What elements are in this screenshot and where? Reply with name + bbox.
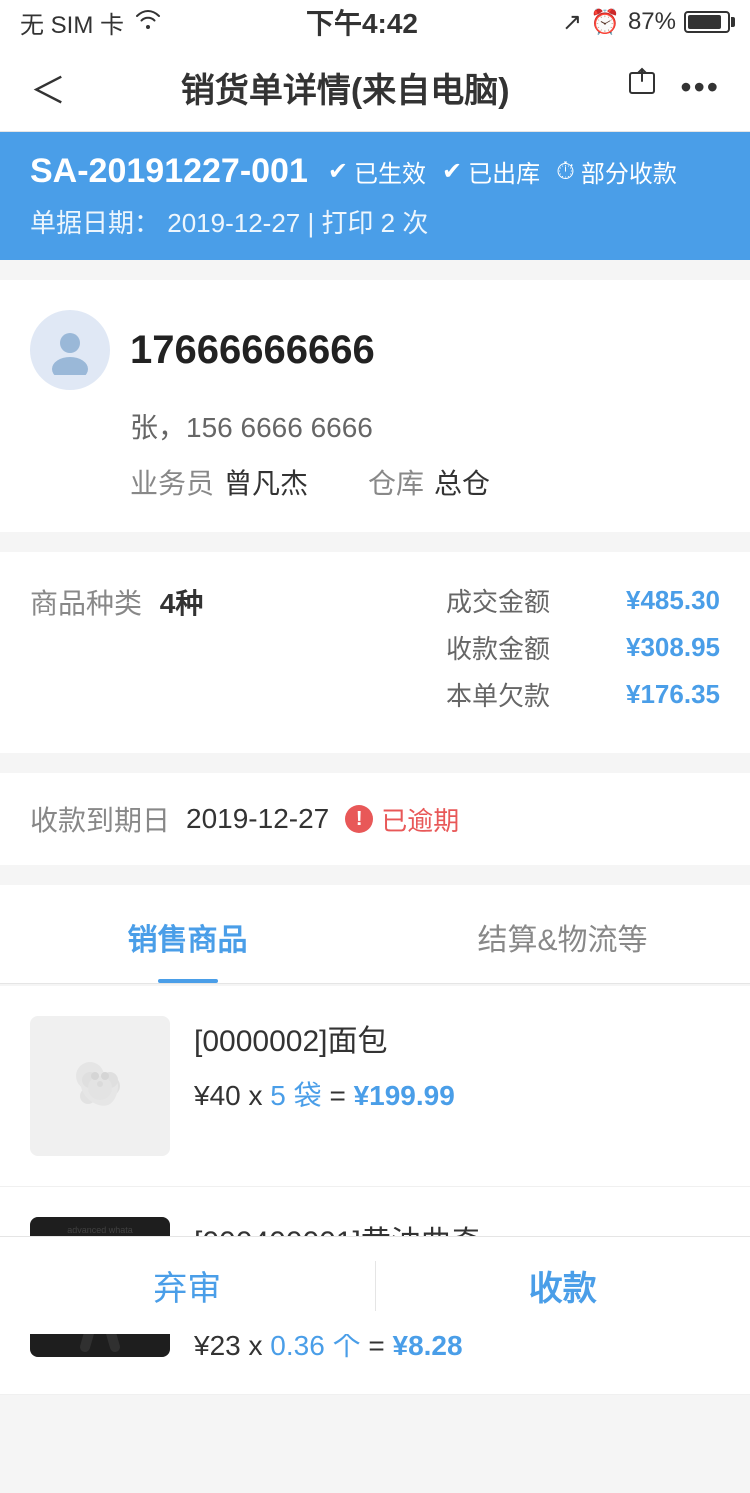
confirm-button[interactable]: 收款 — [376, 1237, 750, 1334]
received-row: 收款金额 ¥308.95 — [446, 629, 720, 666]
received-label: 收款金额 — [446, 629, 550, 666]
product-item: [0000002]面包 ¥40 x 5 袋 = ¥199.99 — [0, 986, 750, 1187]
status-bar: 无 SIM 卡 下午4:42 ↗ ⏰ 87% — [0, 0, 750, 44]
carrier-text: 无 SIM 卡 — [20, 5, 124, 40]
stats-categories: 商品种类 4种 — [30, 582, 203, 622]
bottom-bar: 弃审 收款 — [0, 1236, 750, 1334]
banner-sub-date: 单据日期： 2019-12-27 | 打印 2 次 — [30, 203, 720, 240]
stats-amounts: 成交金额 ¥485.30 收款金额 ¥308.95 本单欠款 ¥176.35 — [446, 582, 720, 723]
stats-section: 商品种类 4种 成交金额 ¥485.30 收款金额 ¥308.95 本单欠款 ¥… — [0, 552, 750, 753]
order-id: SA-20191227-001 — [30, 152, 308, 191]
price-eq-1: = — [329, 1080, 353, 1111]
price-total-2: ¥8.28 — [393, 1330, 463, 1361]
salesman-label: 业务员 — [130, 462, 214, 502]
location-icon: ↗ — [562, 8, 582, 37]
status-tag-effected: ✔ 已生效 — [328, 154, 426, 189]
wifi-icon — [134, 8, 162, 37]
price-eq-2: = — [368, 1330, 392, 1361]
tab-sales-products[interactable]: 销售商品 — [0, 885, 375, 983]
share-icon[interactable] — [624, 65, 660, 110]
categories-label: 商品种类 — [30, 588, 142, 619]
more-icon[interactable]: ••• — [680, 69, 720, 106]
warehouse-label: 仓库 — [368, 462, 424, 502]
price-unit-1: 袋 — [294, 1080, 322, 1111]
status-tag-shipped: ✔ 已出库 — [442, 154, 540, 189]
clock-icon: ⏱ — [556, 158, 575, 186]
svg-text:advanced whata: advanced whata — [67, 1225, 133, 1235]
tab-settlement[interactable]: 结算&物流等 — [375, 885, 750, 983]
price-total-1: ¥199.99 — [354, 1080, 455, 1111]
due-date-value: 2019-12-27 — [186, 803, 329, 835]
price-x-2: x — [249, 1330, 271, 1361]
overdue-text: 已逾期 — [381, 801, 459, 838]
product-price-1: ¥40 x 5 袋 = ¥199.99 — [194, 1074, 720, 1114]
status-left: 无 SIM 卡 — [20, 5, 162, 40]
status-tag-partial: ⏱ 部分收款 — [556, 154, 677, 189]
warehouse-info: 仓库 总仓 — [368, 462, 490, 502]
price-base-1: ¥40 — [194, 1080, 241, 1111]
customer-row: 17666666666 — [30, 310, 720, 390]
due-label: 收款到期日 — [30, 799, 170, 839]
alarm-icon: ⏰ — [590, 8, 620, 37]
customer-sub: 张，156 6666 6666 — [130, 406, 720, 446]
nav-bar: ＜ 销货单详情(来自电脑) ••• — [0, 44, 750, 132]
status-right: ↗ ⏰ 87% — [562, 8, 730, 37]
overdue-badge: ! 已逾期 — [345, 801, 459, 838]
check-icon-2: ✔ — [442, 157, 462, 186]
categories-value: 4种 — [160, 588, 204, 619]
tab-sales-products-label: 销售商品 — [128, 924, 248, 957]
status-time: 下午4:42 — [306, 2, 418, 42]
product-info-1: [0000002]面包 ¥40 x 5 袋 = ¥199.99 — [194, 1016, 720, 1114]
product-name-1: [0000002]面包 — [194, 1016, 720, 1060]
salesman-value: 曾凡杰 — [224, 462, 308, 502]
debt-label: 本单欠款 — [446, 676, 550, 713]
overdue-dot-icon: ! — [345, 805, 373, 833]
tabs-section: 销售商品 结算&物流等 — [0, 885, 750, 984]
price-base-2: ¥23 — [194, 1330, 241, 1361]
price-x-1: x — [249, 1080, 271, 1111]
product-thumb-1 — [30, 1016, 170, 1156]
page-title: 销货单详情(来自电脑) — [181, 63, 510, 112]
salesman-info: 业务员 曾凡杰 — [130, 462, 308, 502]
battery-icon — [684, 11, 730, 33]
customer-meta: 业务员 曾凡杰 仓库 总仓 — [130, 462, 720, 502]
warehouse-value: 总仓 — [434, 462, 490, 502]
customer-section: 17666666666 张，156 6666 6666 业务员 曾凡杰 仓库 总… — [0, 280, 750, 532]
received-value: ¥308.95 — [580, 632, 720, 663]
status-tags: ✔ 已生效 ✔ 已出库 ⏱ 部分收款 — [328, 154, 677, 189]
customer-id: 17666666666 — [130, 328, 375, 373]
battery-percent: 87% — [628, 8, 676, 36]
header-banner: SA-20191227-001 ✔ 已生效 ✔ 已出库 ⏱ 部分收款 单据日期：… — [0, 132, 750, 260]
debt-row: 本单欠款 ¥176.35 — [446, 676, 720, 713]
check-icon-1: ✔ — [328, 157, 348, 186]
trade-amount-value: ¥485.30 — [580, 585, 720, 616]
price-unit-2: 个 — [333, 1330, 361, 1361]
trade-amount-label: 成交金额 — [446, 582, 550, 619]
tabs-row: 销售商品 结算&物流等 — [0, 885, 750, 983]
debt-value: ¥176.35 — [580, 679, 720, 710]
tab-underline — [158, 979, 218, 983]
price-qty-2: 0.36 — [270, 1330, 325, 1361]
due-section: 收款到期日 2019-12-27 ! 已逾期 — [0, 773, 750, 865]
trade-amount-row: 成交金额 ¥485.30 — [446, 582, 720, 619]
price-qty-1: 5 — [270, 1080, 286, 1111]
cancel-button[interactable]: 弃审 — [0, 1237, 375, 1334]
back-button[interactable]: ＜ — [30, 62, 66, 114]
tab-settlement-label: 结算&物流等 — [477, 924, 647, 957]
nav-actions: ••• — [624, 65, 720, 110]
avatar — [30, 310, 110, 390]
